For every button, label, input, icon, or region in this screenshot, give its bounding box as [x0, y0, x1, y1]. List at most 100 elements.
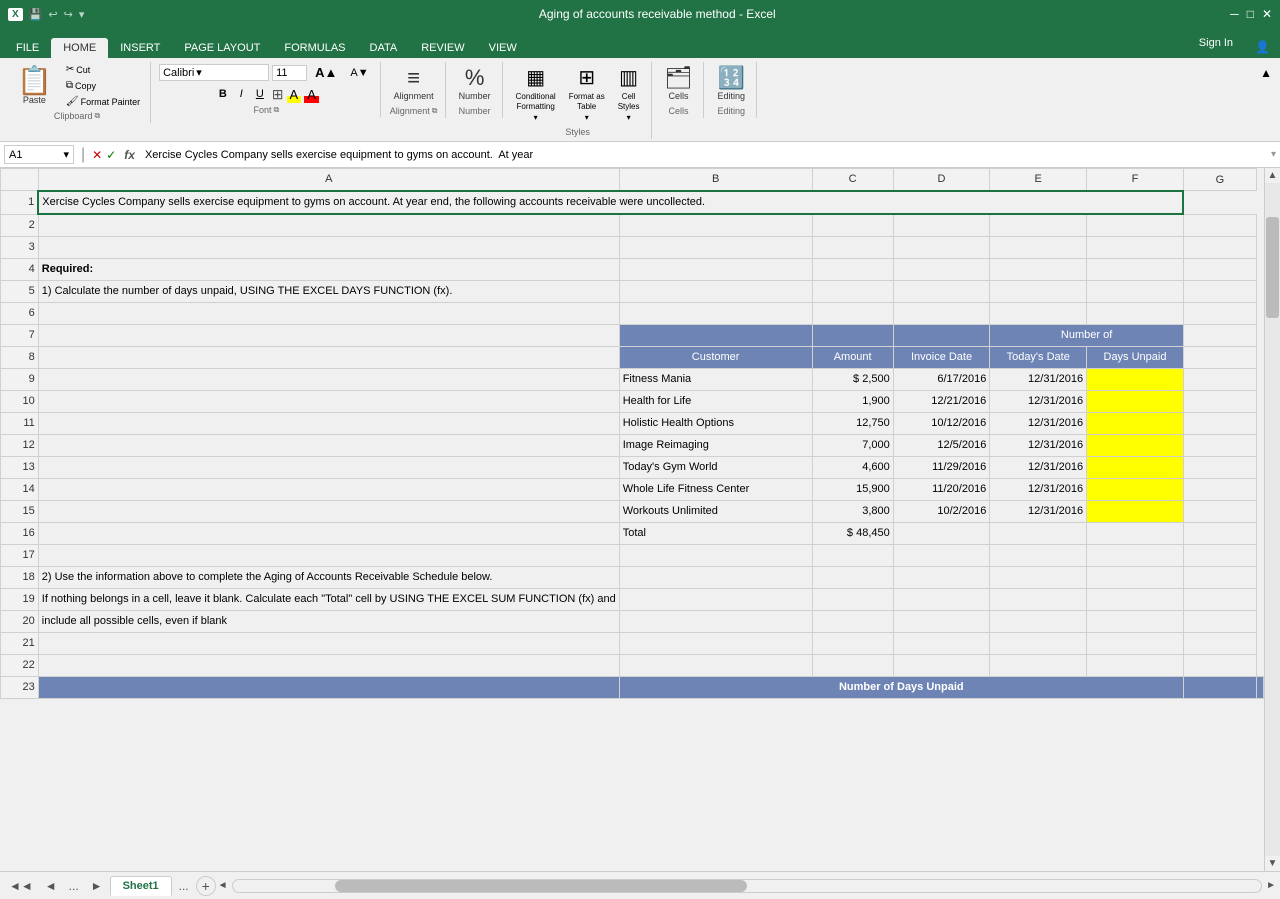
cut-button[interactable]: ✂Cut — [62, 62, 144, 77]
col-header-d[interactable]: D — [893, 169, 990, 191]
cell-D10[interactable]: 12/21/2016 — [893, 390, 990, 412]
cell-A4[interactable]: Required: — [38, 258, 619, 280]
cell-A17[interactable] — [38, 544, 619, 566]
cell-B23[interactable]: Number of Days Unpaid — [619, 676, 1183, 698]
format-as-table-dropdown[interactable]: ▾ — [585, 113, 589, 122]
cell-G23[interactable] — [1183, 676, 1256, 698]
cell-F9[interactable] — [1087, 368, 1184, 390]
tab-page-layout[interactable]: PAGE LAYOUT — [172, 38, 272, 58]
col-header-f[interactable]: F — [1087, 169, 1184, 191]
sign-in-button[interactable]: Sign In — [1187, 33, 1245, 53]
cell-B18[interactable] — [619, 566, 812, 588]
cell-B21[interactable] — [619, 632, 812, 654]
cell-B9[interactable]: Fitness Mania — [619, 368, 812, 390]
italic-button[interactable]: I — [235, 85, 248, 103]
row-number-21[interactable]: 21 — [1, 632, 39, 654]
cell-G18[interactable] — [1183, 566, 1256, 588]
cell-B12[interactable]: Image Reimaging — [619, 434, 812, 456]
cell-E5[interactable] — [990, 280, 1087, 302]
cell-E14[interactable]: 12/31/2016 — [990, 478, 1087, 500]
ribbon-collapse-button[interactable]: ▲ — [1256, 62, 1276, 84]
cell-A18[interactable]: 2) Use the information above to complete… — [38, 566, 619, 588]
cell-D15[interactable]: 10/2/2016 — [893, 500, 990, 522]
cell-D21[interactable] — [893, 632, 990, 654]
alignment-expand[interactable]: ⧉ — [432, 106, 438, 116]
cell-G10[interactable] — [1183, 390, 1256, 412]
cell-G4[interactable] — [1183, 258, 1256, 280]
cell-C4[interactable] — [812, 258, 893, 280]
formula-confirm-icon[interactable]: ✓ — [106, 148, 116, 162]
cell-C18[interactable] — [812, 566, 893, 588]
cell-B19[interactable] — [619, 588, 812, 610]
sheet-tab-sheet1[interactable]: Sheet1 — [110, 876, 172, 896]
cell-G9[interactable] — [1183, 368, 1256, 390]
conditional-formatting-button[interactable]: ▦ ConditionalFormatting ▾ — [511, 62, 561, 125]
cell-A6[interactable] — [38, 302, 619, 324]
cell-F21[interactable] — [1087, 632, 1184, 654]
font-name-selector[interactable]: Calibri ▾ — [159, 64, 269, 81]
cell-A20[interactable]: include all possible cells, even if blan… — [38, 610, 619, 632]
cell-G3[interactable] — [1183, 236, 1256, 258]
cell-A14[interactable] — [38, 478, 619, 500]
cell-C7[interactable] — [812, 324, 893, 346]
cell-C21[interactable] — [812, 632, 893, 654]
scroll-thumb[interactable] — [1266, 217, 1279, 318]
cell-B15[interactable]: Workouts Unlimited — [619, 500, 812, 522]
h-scroll-left[interactable]: ◄ — [218, 880, 228, 891]
cell-G19[interactable] — [1183, 588, 1256, 610]
cell-B2[interactable] — [619, 214, 812, 236]
cell-A10[interactable] — [38, 390, 619, 412]
quick-access-save[interactable]: 💾 — [29, 8, 43, 21]
cell-styles-dropdown[interactable]: ▾ — [627, 113, 631, 122]
cell-F8[interactable]: Days Unpaid — [1087, 346, 1184, 368]
cell-F2[interactable] — [1087, 214, 1184, 236]
tab-home[interactable]: HOME — [51, 38, 108, 58]
cell-D12[interactable]: 12/5/2016 — [893, 434, 990, 456]
cell-G16[interactable] — [1183, 522, 1256, 544]
window-close[interactable]: ✕ — [1262, 7, 1272, 21]
col-header-e[interactable]: E — [990, 169, 1087, 191]
cell-B16[interactable]: Total — [619, 522, 812, 544]
cell-D20[interactable] — [893, 610, 990, 632]
h-scroll-right[interactable]: ► — [1266, 880, 1276, 891]
cell-D8[interactable]: Invoice Date — [893, 346, 990, 368]
scroll-track[interactable] — [1265, 183, 1280, 856]
row-number-10[interactable]: 10 — [1, 390, 39, 412]
cell-E2[interactable] — [990, 214, 1087, 236]
cell-G13[interactable] — [1183, 456, 1256, 478]
formula-input[interactable] — [143, 147, 1267, 163]
cell-C22[interactable] — [812, 654, 893, 676]
row-number-11[interactable]: 11 — [1, 412, 39, 434]
cell-F19[interactable] — [1087, 588, 1184, 610]
sheet-nav-prev[interactable]: ◄ — [40, 877, 62, 895]
cell-E10[interactable]: 12/31/2016 — [990, 390, 1087, 412]
cell-G22[interactable] — [1183, 654, 1256, 676]
cell-styles-button[interactable]: ▥ CellStyles ▾ — [613, 62, 645, 125]
formula-expand[interactable]: ▾ — [1271, 149, 1276, 160]
cell-E16[interactable] — [990, 522, 1087, 544]
row-number-17[interactable]: 17 — [1, 544, 39, 566]
quick-access-dropdown[interactable]: ▾ — [79, 8, 85, 21]
cell-D16[interactable] — [893, 522, 990, 544]
underline-button[interactable]: U — [251, 85, 269, 103]
font-size-selector[interactable]: 11 — [272, 65, 307, 81]
border-button[interactable]: ⊞ — [272, 86, 284, 103]
tab-insert[interactable]: INSERT — [108, 38, 172, 58]
cell-F11[interactable] — [1087, 412, 1184, 434]
scroll-up-button[interactable]: ▲ — [1266, 168, 1280, 183]
row-number-20[interactable]: 20 — [1, 610, 39, 632]
cell-E12[interactable]: 12/31/2016 — [990, 434, 1087, 456]
cell-F12[interactable] — [1087, 434, 1184, 456]
cell-F20[interactable] — [1087, 610, 1184, 632]
shrink-font-button[interactable]: A▼ — [345, 64, 373, 82]
sheet-nav-first[interactable]: ◄◄ — [4, 877, 38, 895]
window-minimize[interactable]: ─ — [1230, 7, 1239, 21]
cell-D18[interactable] — [893, 566, 990, 588]
cell-A22[interactable] — [38, 654, 619, 676]
quick-access-redo[interactable]: ↪ — [64, 8, 73, 21]
cell-C6[interactable] — [812, 302, 893, 324]
cell-A7[interactable] — [38, 324, 619, 346]
cell-E9[interactable]: 12/31/2016 — [990, 368, 1087, 390]
format-painter-button[interactable]: 🖌Format Painter — [62, 94, 144, 109]
cell-G21[interactable] — [1183, 632, 1256, 654]
